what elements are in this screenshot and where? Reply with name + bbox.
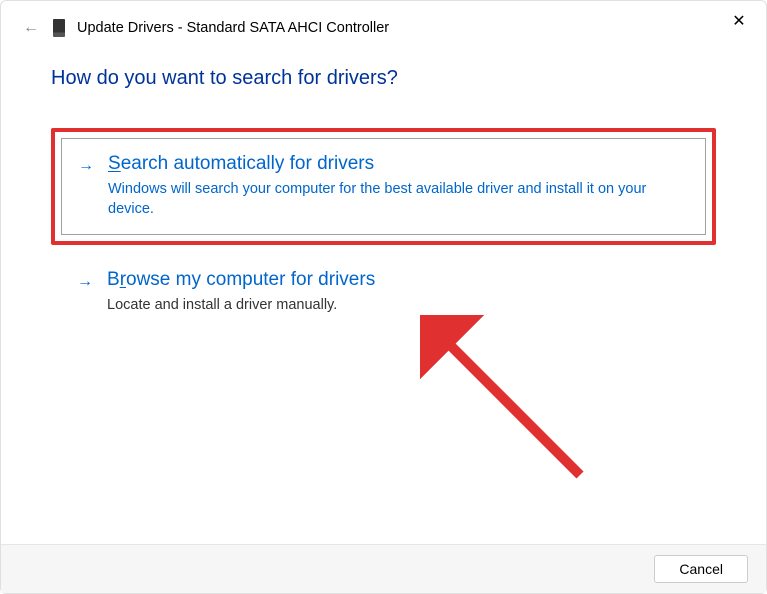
annotation-arrow-icon (420, 315, 620, 495)
highlight-box: → Search automatically for drivers Windo… (51, 128, 716, 245)
close-button[interactable]: ✕ (729, 12, 749, 32)
arrow-right-icon: → (78, 157, 94, 175)
browse-computer-option[interactable]: → Browse my computer for drivers Locate … (61, 263, 716, 321)
back-button[interactable]: ← (21, 19, 41, 37)
option-body: Browse my computer for drivers Locate an… (107, 269, 700, 315)
header: ← Update Drivers - Standard SATA AHCI Co… (1, 1, 766, 47)
browse-description: Locate and install a driver manually. (107, 295, 700, 315)
close-icon: ✕ (732, 13, 745, 30)
back-arrow-icon: ← (23, 19, 39, 36)
device-icon (53, 19, 65, 37)
window-title: Update Drivers - Standard SATA AHCI Cont… (77, 20, 389, 36)
update-drivers-window: ✕ ← Update Drivers - Standard SATA AHCI … (0, 0, 767, 594)
content-area: How do you want to search for drivers? →… (1, 47, 766, 544)
search-auto-title: Search automatically for drivers (108, 153, 689, 175)
browse-title: Browse my computer for drivers (107, 269, 700, 291)
search-automatically-option[interactable]: → Search automatically for drivers Windo… (61, 138, 706, 235)
cancel-button[interactable]: Cancel (654, 555, 748, 583)
page-heading: How do you want to search for drivers? (51, 67, 716, 90)
search-auto-description: Windows will search your computer for th… (108, 179, 689, 220)
arrow-right-icon: → (77, 273, 93, 291)
footer: Cancel (1, 544, 766, 593)
option-body: Search automatically for drivers Windows… (108, 153, 689, 220)
